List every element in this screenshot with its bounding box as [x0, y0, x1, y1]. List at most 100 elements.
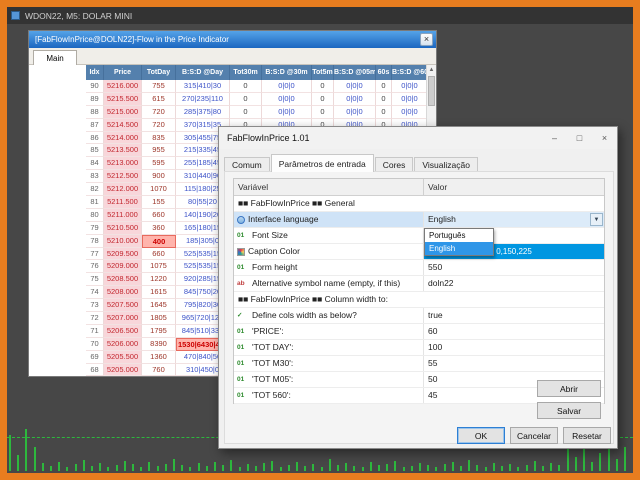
param-value-text: 100	[428, 342, 443, 352]
cancel-button[interactable]: Cancelar	[510, 427, 558, 444]
tab-visualiza-o[interactable]: Visualização	[414, 157, 478, 172]
table-cell: 1360	[142, 350, 176, 364]
param-row[interactable]: 01 'TOT DAY': 100	[234, 340, 604, 356]
table-cell: 315|410|30	[176, 80, 230, 93]
table-cell: 0	[312, 80, 334, 93]
table-cell: 1805	[142, 312, 176, 325]
ok-button[interactable]: OK	[457, 427, 505, 444]
param-value[interactable]: 60	[424, 324, 604, 339]
chevron-down-icon[interactable]: ▼	[590, 213, 603, 226]
open-button[interactable]: Abrir	[537, 380, 601, 397]
volume-bar	[230, 460, 233, 471]
table-cell: 89	[86, 92, 104, 106]
volume-bar	[312, 464, 315, 471]
dropdown-item-portugu-s[interactable]: Português	[425, 229, 493, 242]
param-value-text: English	[428, 214, 456, 224]
close-icon[interactable]: ×	[592, 127, 617, 149]
dialog-title: FabFlowInPrice 1.01	[227, 133, 310, 143]
integer-icon: 01	[237, 376, 245, 383]
dropdown-item-english[interactable]: English	[425, 242, 493, 255]
param-category-row[interactable]: ■■ FabFlowInPrice ■■ General	[234, 196, 604, 212]
param-row[interactable]: 01 Form height 550	[234, 260, 604, 276]
volume-bar	[435, 467, 438, 471]
volume-bar	[148, 462, 151, 471]
param-row[interactable]: 01 'PRICE': 60	[234, 324, 604, 340]
param-value[interactable]: 55	[424, 356, 604, 371]
integer-icon: 01	[237, 232, 245, 239]
table-cell: 5207.500	[104, 299, 142, 313]
volume-bar	[525, 465, 528, 471]
param-row[interactable]: ab Alternative symbol name (empty, if thi…	[234, 276, 604, 292]
param-value[interactable]: true	[424, 308, 604, 323]
table-cell: 5212.000	[104, 183, 142, 197]
table-cell: 955	[142, 144, 176, 158]
param-value-text: 55	[428, 358, 438, 368]
tab-main[interactable]: Main	[33, 50, 77, 65]
chart-titlebar[interactable]: WDON22, M5: DOLAR MINI	[7, 7, 633, 24]
table-cell: 1645	[142, 299, 176, 313]
param-value[interactable]: doln22	[424, 276, 604, 291]
volume-bar	[533, 461, 536, 471]
param-value[interactable]: 550	[424, 260, 604, 275]
tab-comum[interactable]: Comum	[224, 157, 270, 172]
table-cell: 0|0|0	[392, 92, 426, 106]
table-cell: 5210.000	[104, 234, 142, 248]
table-cell: 77	[86, 247, 104, 261]
param-value[interactable]: 100	[424, 340, 604, 355]
table-cell: 5208.500	[104, 273, 142, 287]
volume-bar	[517, 467, 520, 471]
volume-bar	[66, 467, 69, 471]
volume-bar	[394, 461, 397, 471]
save-button[interactable]: Salvar	[537, 402, 601, 419]
param-label-text: Alternative symbol name (empty, if this)	[252, 278, 401, 288]
volume-bar	[82, 460, 85, 471]
volume-bar	[468, 460, 471, 471]
table-cell: 0|0|0	[334, 92, 376, 106]
table-cell: 155	[142, 196, 176, 209]
param-row[interactable]: 01 'TOT M30': 55	[234, 356, 604, 372]
table-cell: 1220	[142, 273, 176, 287]
table-row: 88 5215.000 720 285|375|80 0 0|0|0 0 0|0|0 0 0|0|…	[86, 105, 426, 119]
indicator-tabstrip: Main	[29, 48, 436, 65]
tab-cores[interactable]: Cores	[374, 157, 414, 172]
volume-bar	[443, 464, 446, 471]
param-category-row[interactable]: ■■ FabFlowInPrice ■■ Column width to:	[234, 292, 604, 308]
volume-bar	[99, 463, 102, 471]
volume-bar	[378, 465, 380, 471]
param-grid: Variável Valor ■■ FabFlowInPrice ■■ Gene…	[233, 178, 605, 404]
scrollbar-thumb[interactable]	[428, 76, 435, 106]
tab-par-metros-de-entrada[interactable]: Parâmetros de entrada	[270, 154, 374, 172]
scroll-up-icon[interactable]: ▲	[427, 65, 436, 75]
reset-button[interactable]: Resetar	[563, 427, 611, 444]
volume-bar	[402, 467, 405, 471]
table-cell: 5213.000	[104, 157, 142, 171]
param-row[interactable]: Caption Color 0,150,225	[234, 244, 604, 260]
param-label-text: Interface language	[248, 214, 319, 224]
table-cell: 85	[86, 144, 104, 158]
param-label-text: Font Size	[252, 230, 288, 240]
dialog-titlebar[interactable]: FabFlowInPrice 1.01 – □ ×	[219, 127, 617, 149]
close-icon[interactable]: ×	[420, 33, 433, 46]
volume-bar	[181, 465, 184, 471]
table-cell: 5211.500	[104, 196, 142, 209]
table-cell: 1075	[142, 260, 176, 274]
indicator-titlebar[interactable]: [FabFlowInPrice@DOLN22]-Flow in the Pric…	[29, 31, 436, 48]
table-cell: 70	[86, 337, 104, 351]
integer-icon: 01	[237, 392, 245, 399]
maximize-icon[interactable]: □	[567, 127, 592, 149]
table-cell: 0|0|0	[262, 80, 312, 93]
minimize-icon[interactable]: –	[542, 127, 567, 149]
param-row[interactable]: ✓ Define cols width as below? true	[234, 308, 604, 324]
table-cell: 84	[86, 157, 104, 171]
param-row[interactable]: 01 Font Size	[234, 228, 604, 244]
volume-bar	[599, 453, 602, 471]
table-cell: 1795	[142, 324, 176, 338]
param-row[interactable]: Interface language English ▼	[234, 212, 604, 228]
table-cell: 71	[86, 324, 104, 338]
table-cell: 5209.000	[104, 260, 142, 274]
param-value[interactable]: English ▼	[424, 212, 604, 227]
volume-bar	[287, 465, 290, 471]
table-row: 89 5215.500 615 270|235|110 0 0|0|0 0 0|0|0 0 0|0…	[86, 92, 426, 106]
column-header-b-s-d-day: B:S:D @Day	[176, 65, 230, 80]
table-cell: 720	[142, 105, 176, 119]
